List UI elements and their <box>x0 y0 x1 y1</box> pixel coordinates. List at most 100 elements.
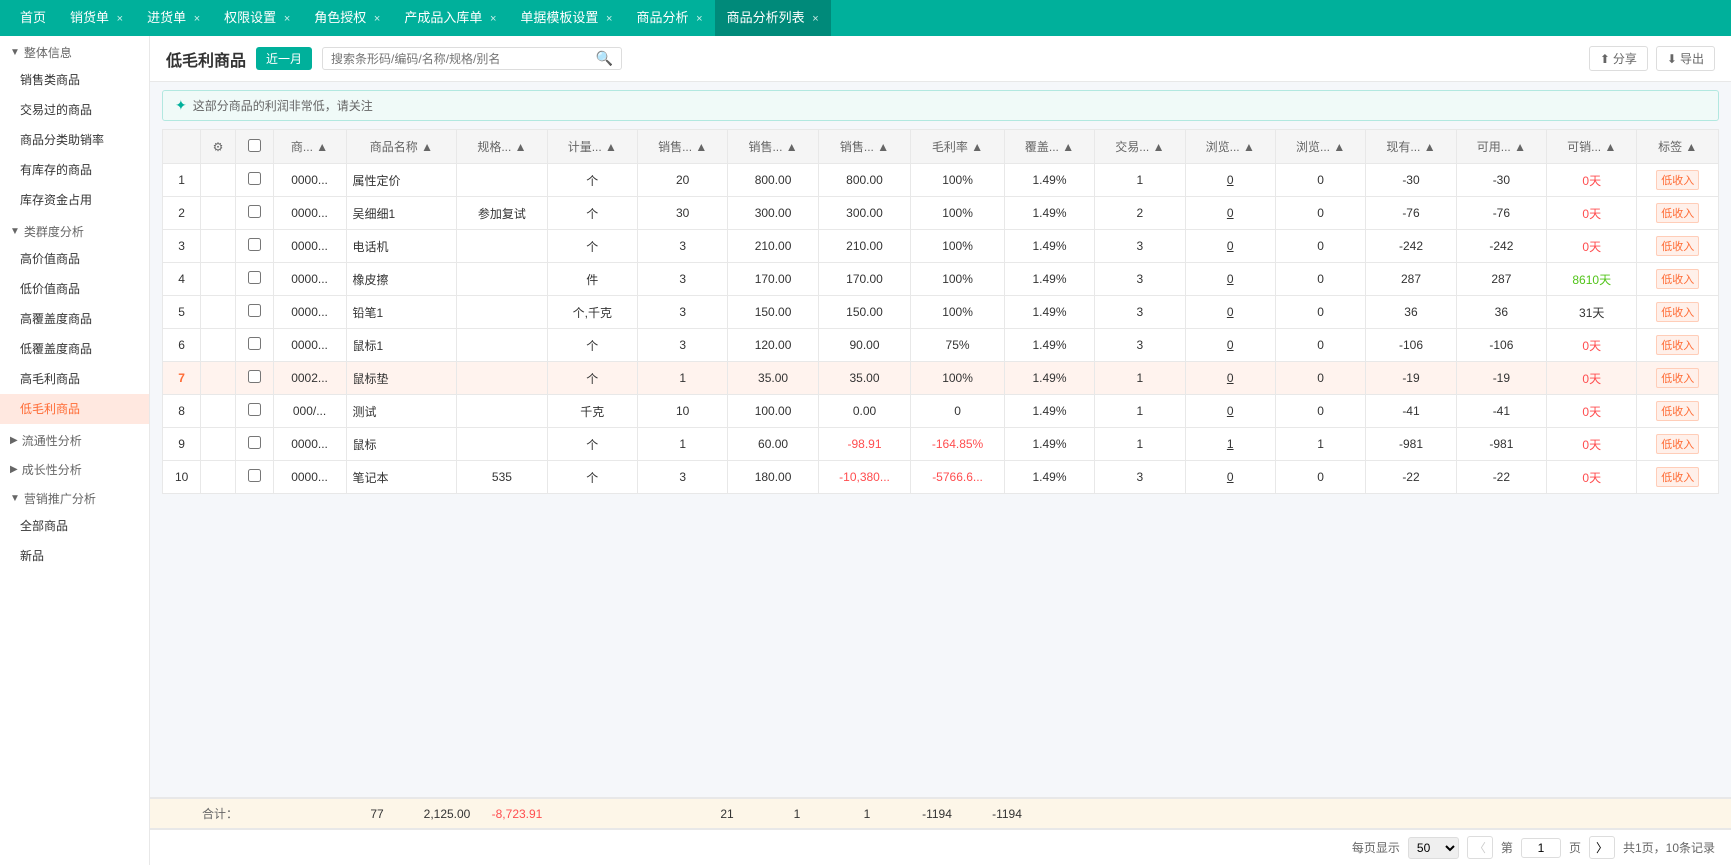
cell-view1[interactable]: 0 <box>1185 395 1275 428</box>
cell-view1[interactable]: 0 <box>1185 197 1275 230</box>
nav-item-product-analysis-list[interactable]: 商品分析列表 × <box>715 0 831 36</box>
row-checkbox[interactable] <box>248 205 261 218</box>
cell-view1[interactable]: 0 <box>1185 263 1275 296</box>
col-tag[interactable]: 标签 ▲ <box>1637 130 1719 164</box>
col-sellable-days[interactable]: 可销... ▲ <box>1547 130 1637 164</box>
nav-close-permissions[interactable]: × <box>284 13 290 25</box>
sidebar-section-growth[interactable]: ▶ 成长性分析 <box>0 453 149 482</box>
cell-checkbox[interactable] <box>235 428 273 461</box>
col-spec[interactable]: 规格... ▲ <box>457 130 547 164</box>
col-sales-price[interactable]: 销售... ▲ <box>728 130 818 164</box>
col-code[interactable]: 商... ▲ <box>273 130 346 164</box>
row-checkbox[interactable] <box>248 436 261 449</box>
col-trade-count[interactable]: 交易... ▲ <box>1095 130 1185 164</box>
select-all-checkbox[interactable] <box>248 139 261 152</box>
col-unit[interactable]: 计量... ▲ <box>547 130 637 164</box>
col-coverage[interactable]: 覆盖... ▲ <box>1004 130 1094 164</box>
sidebar-item-low-coverage[interactable]: 低覆盖度商品 <box>0 334 149 364</box>
cell-unit: 个 <box>547 329 637 362</box>
row-checkbox[interactable] <box>248 403 261 416</box>
cell-spec <box>457 329 547 362</box>
sidebar-item-category-rate[interactable]: 商品分类助销率 <box>0 125 149 155</box>
nav-item-product-inbound[interactable]: 产成品入库单 × <box>392 0 508 36</box>
cell-current-stock: -22 <box>1366 461 1456 494</box>
col-view1[interactable]: 浏览... ▲ <box>1185 130 1275 164</box>
nav-item-home[interactable]: 首页 <box>8 0 58 36</box>
search-icon[interactable]: 🔍 <box>596 50 613 67</box>
row-checkbox[interactable] <box>248 271 261 284</box>
sidebar-section-cluster[interactable]: ▼ 类群度分析 <box>0 215 149 244</box>
nav-close-product-analysis[interactable]: × <box>696 13 702 25</box>
cell-sales-amount: 170.00 <box>818 263 911 296</box>
cell-view1[interactable]: 0 <box>1185 362 1275 395</box>
cell-checkbox[interactable] <box>235 362 273 395</box>
col-view2[interactable]: 浏览... ▲ <box>1275 130 1365 164</box>
export-button[interactable]: ⬇ 导出 <box>1656 46 1715 71</box>
row-checkbox[interactable] <box>248 238 261 251</box>
row-checkbox[interactable] <box>248 304 261 317</box>
cell-checkbox[interactable] <box>235 461 273 494</box>
sidebar-section-circulation[interactable]: ▶ 流通性分析 <box>0 424 149 453</box>
sidebar-item-high-coverage[interactable]: 高覆盖度商品 <box>0 304 149 334</box>
col-settings[interactable]: ⚙ <box>201 130 236 164</box>
nav-close-template[interactable]: × <box>606 13 612 25</box>
cell-checkbox[interactable] <box>235 296 273 329</box>
page-number-input[interactable] <box>1521 838 1561 858</box>
cell-checkbox[interactable] <box>235 395 273 428</box>
search-input[interactable] <box>331 52 596 66</box>
cell-checkbox[interactable] <box>235 164 273 197</box>
nav-item-template[interactable]: 单据模板设置 × <box>508 0 624 36</box>
cell-gross-margin: 75% <box>911 329 1005 362</box>
sidebar-item-low-margin[interactable]: 低毛利商品 <box>0 394 149 424</box>
row-checkbox[interactable] <box>248 469 261 482</box>
sidebar-item-high-margin[interactable]: 高毛利商品 <box>0 364 149 394</box>
sidebar-item-high-value[interactable]: 高价值商品 <box>0 244 149 274</box>
sidebar-item-stock-capital[interactable]: 库存资金占用 <box>0 185 149 215</box>
nav-item-sales[interactable]: 销货单 × <box>58 0 135 36</box>
cell-view1[interactable]: 0 <box>1185 230 1275 263</box>
row-checkbox[interactable] <box>248 172 261 185</box>
col-gross-margin[interactable]: 毛利率 ▲ <box>911 130 1005 164</box>
sidebar-item-all-products[interactable]: 全部商品 <box>0 511 149 541</box>
nav-close-purchase[interactable]: × <box>194 13 200 25</box>
nav-item-permissions[interactable]: 权限设置 × <box>212 0 302 36</box>
cell-available-stock: -76 <box>1456 197 1546 230</box>
col-current-stock[interactable]: 现有... ▲ <box>1366 130 1456 164</box>
sidebar-section-marketing[interactable]: ▼ 营销推广分析 <box>0 482 149 511</box>
sidebar-item-stocked-products[interactable]: 有库存的商品 <box>0 155 149 185</box>
col-sales-amount[interactable]: 销售... ▲ <box>818 130 911 164</box>
sidebar-item-sales-products[interactable]: 销售类商品 <box>0 65 149 95</box>
col-available-stock[interactable]: 可用... ▲ <box>1456 130 1546 164</box>
nav-close-product-inbound[interactable]: × <box>490 13 496 25</box>
cell-checkbox[interactable] <box>235 197 273 230</box>
sidebar-item-traded-products[interactable]: 交易过的商品 <box>0 95 149 125</box>
prev-page-button[interactable]: 〈 <box>1467 836 1493 859</box>
col-name[interactable]: 商品名称 ▲ <box>346 130 457 164</box>
row-checkbox[interactable] <box>248 337 261 350</box>
share-button[interactable]: ⬆ 分享 <box>1589 46 1648 71</box>
cell-checkbox[interactable] <box>235 263 273 296</box>
nav-close-roles[interactable]: × <box>374 13 380 25</box>
cell-checkbox[interactable] <box>235 329 273 362</box>
row-checkbox[interactable] <box>248 370 261 383</box>
nav-item-purchase[interactable]: 进货单 × <box>135 0 212 36</box>
col-checkbox[interactable] <box>235 130 273 164</box>
sidebar-section-overall[interactable]: ▼ 整体信息 <box>0 36 149 65</box>
nav-item-product-analysis[interactable]: 商品分析 × <box>624 0 714 36</box>
cell-checkbox[interactable] <box>235 230 273 263</box>
cell-view1[interactable]: 0 <box>1185 164 1275 197</box>
next-page-button[interactable]: 〉 <box>1589 836 1615 859</box>
nav-item-roles[interactable]: 角色授权 × <box>302 0 392 36</box>
cell-sellable-days: 0天 <box>1547 197 1637 230</box>
cell-view1[interactable]: 1 <box>1185 428 1275 461</box>
cell-view1[interactable]: 0 <box>1185 296 1275 329</box>
sidebar-item-new-products[interactable]: 新品 <box>0 541 149 571</box>
cell-view1[interactable]: 0 <box>1185 461 1275 494</box>
per-page-select[interactable]: 50 100 200 <box>1408 837 1459 859</box>
nav-close-product-analysis-list[interactable]: × <box>812 13 818 25</box>
cell-view1[interactable]: 0 <box>1185 329 1275 362</box>
col-sales-qty[interactable]: 销售... ▲ <box>637 130 727 164</box>
nav-close-sales[interactable]: × <box>117 13 123 25</box>
sidebar-item-low-value[interactable]: 低价值商品 <box>0 274 149 304</box>
period-button[interactable]: 近一月 <box>256 47 312 70</box>
